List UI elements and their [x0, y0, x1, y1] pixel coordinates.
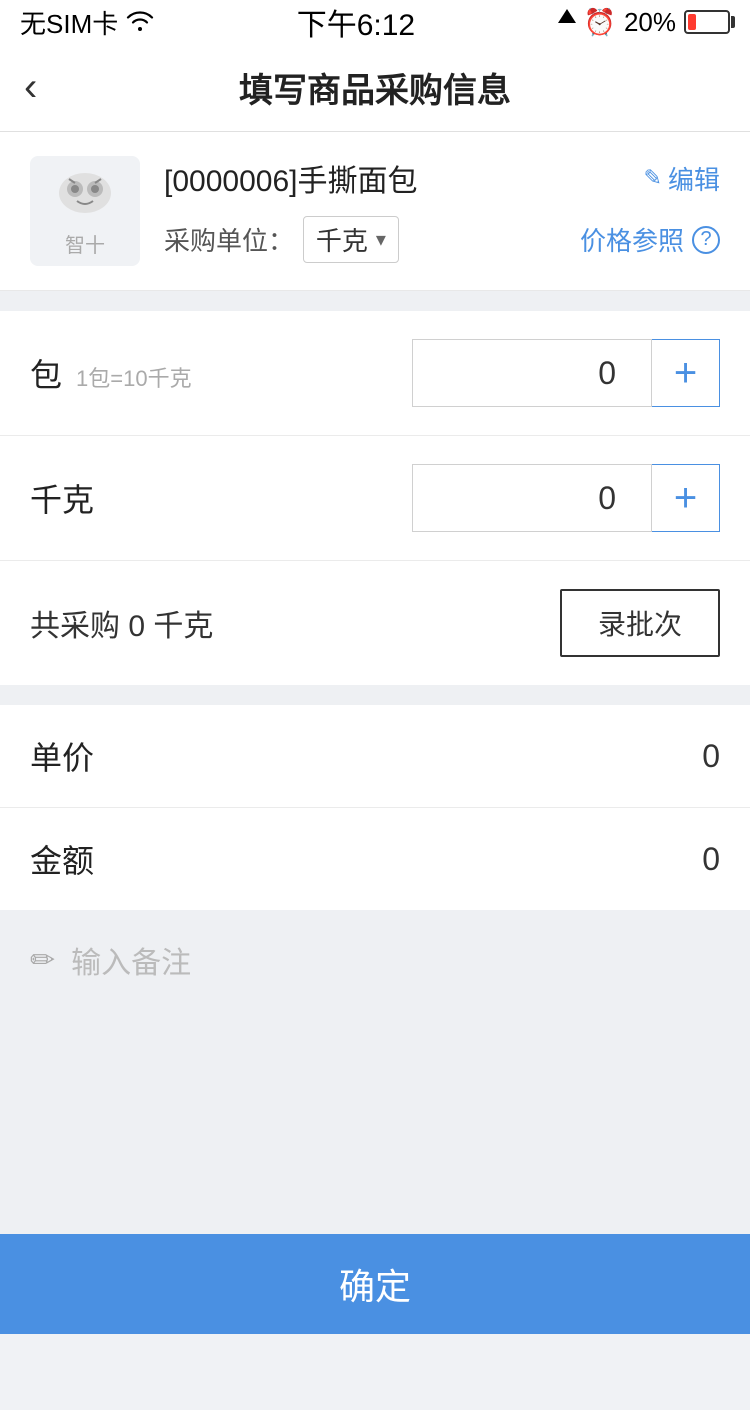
page-title: 填写商品采购信息 — [239, 63, 511, 112]
product-title: 手撕面包 — [297, 165, 417, 198]
status-bar: 无SIM卡 下午6:12 ⏰ 20% — [0, 0, 750, 44]
status-right: ⏰ 20% — [558, 7, 730, 38]
bao-input-row: 包 1包=10千克 + — [0, 311, 750, 436]
product-id: [0000006] — [164, 165, 297, 198]
bao-input-right: + — [412, 339, 720, 407]
help-icon: ? — [692, 226, 720, 254]
total-label: 共采购 0 千克 — [30, 601, 213, 645]
amount-label: 金额 — [30, 836, 94, 882]
price-section: 单价 0 金额 0 — [0, 705, 750, 910]
bao-unit-label: 包 — [30, 350, 62, 396]
edit-icon: ✎ — [644, 165, 662, 191]
unit-prefix: 采购单位： — [164, 226, 294, 256]
amount-row: 金额 0 — [0, 808, 750, 910]
price-reference-button[interactable]: 价格参照 ? — [580, 221, 720, 258]
unit-price-row: 单价 0 — [0, 705, 750, 808]
unit-price-label: 单价 — [30, 733, 94, 779]
battery-fill — [688, 14, 696, 30]
product-card: 智十 [0000006]手撕面包 ✎ 编辑 采购单位： 千克 ▾ — [0, 132, 750, 291]
input-section: 包 1包=10千克 + 千克 + 共采购 0 千克 录批次 — [0, 311, 750, 685]
remark-section[interactable]: ✏ 输入备注 — [0, 910, 750, 1010]
remark-placeholder: 输入备注 — [71, 938, 191, 982]
unit-selector: 采购单位： 千克 ▾ — [164, 216, 399, 263]
total-row: 共采购 0 千克 录批次 — [0, 561, 750, 685]
confirm-label: 确定 — [339, 1258, 411, 1310]
price-ref-label: 价格参照 — [580, 221, 684, 258]
product-info-header: [0000006]手撕面包 ✎ 编辑 — [164, 156, 720, 200]
unit-price-value: 0 — [702, 738, 720, 775]
product-info: [0000006]手撕面包 ✎ 编辑 采购单位： 千克 ▾ 价格参照 ? — [164, 156, 720, 263]
kg-quantity-input[interactable] — [412, 464, 652, 532]
location-icon — [558, 7, 576, 38]
kg-label: 千克 — [30, 475, 94, 521]
batch-label: 录批次 — [598, 603, 682, 643]
section-divider-2 — [0, 685, 750, 705]
kg-unit-label: 千克 — [30, 475, 94, 521]
status-left: 无SIM卡 — [20, 4, 154, 41]
batch-button[interactable]: 录批次 — [560, 589, 720, 657]
section-divider-1 — [0, 291, 750, 311]
carrier-text: 无SIM卡 — [20, 4, 118, 41]
bao-quantity-input[interactable] — [412, 339, 652, 407]
dropdown-arrow-icon: ▾ — [376, 227, 386, 252]
pencil-icon: ✏ — [30, 943, 55, 978]
kg-plus-button[interactable]: + — [652, 464, 720, 532]
amount-value: 0 — [702, 841, 720, 878]
back-button[interactable]: ‹ — [24, 65, 37, 110]
product-image: 智十 — [30, 156, 140, 266]
battery-icon — [684, 10, 730, 34]
edit-button[interactable]: ✎ 编辑 — [644, 160, 720, 197]
wifi-icon — [126, 7, 154, 38]
battery-percent: 20% — [624, 7, 676, 38]
kg-input-row: 千克 + — [0, 436, 750, 561]
confirm-button[interactable]: 确定 — [0, 1234, 750, 1334]
page-wrapper: 无SIM卡 下午6:12 ⏰ 20% ‹ — [0, 0, 750, 1410]
kg-input-right: + — [412, 464, 720, 532]
product-thumbnail-label: 智十 — [65, 229, 105, 258]
bao-label: 包 1包=10千克 — [30, 350, 192, 396]
unit-dropdown[interactable]: 千克 ▾ — [303, 216, 399, 263]
edit-label: 编辑 — [668, 160, 720, 197]
status-time: 下午6:12 — [297, 0, 415, 44]
bao-sublabel: 1包=10千克 — [76, 361, 192, 393]
product-thumbnail-icon — [55, 165, 115, 225]
unit-value: 千克 — [316, 221, 368, 258]
product-unit-row: 采购单位： 千克 ▾ 价格参照 ? — [164, 216, 720, 263]
product-name: [0000006]手撕面包 — [164, 156, 417, 200]
bao-plus-button[interactable]: + — [652, 339, 720, 407]
alarm-icon: ⏰ — [584, 7, 616, 38]
nav-bar: ‹ 填写商品采购信息 — [0, 44, 750, 132]
